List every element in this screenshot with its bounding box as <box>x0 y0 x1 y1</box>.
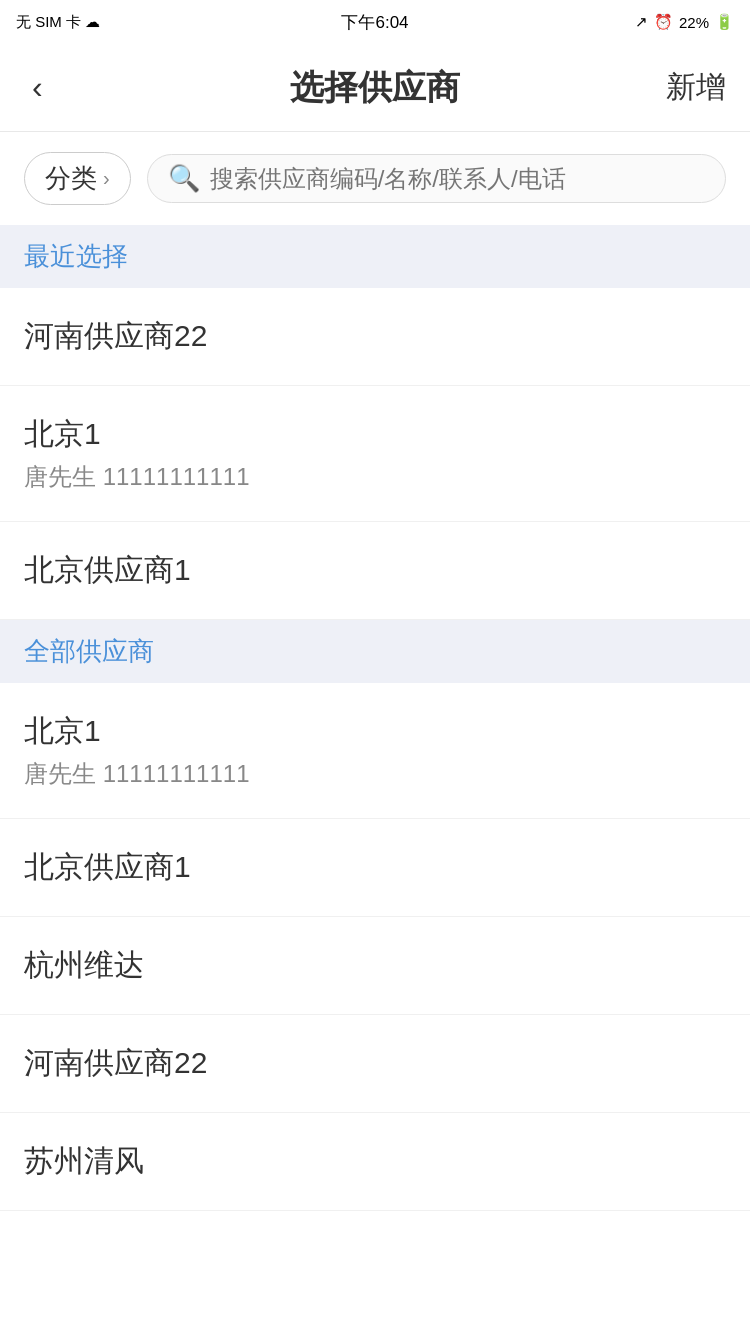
item-detail: 唐先生 11111111111 <box>24 758 726 790</box>
recent-list: 河南供应商22 北京1 唐先生 11111111111 北京供应商1 <box>0 288 750 620</box>
battery-text: 22% <box>679 14 709 31</box>
list-item[interactable]: 北京供应商1 <box>0 819 750 917</box>
status-left: 无 SIM 卡 ☁ <box>16 13 100 32</box>
item-name: 北京供应商1 <box>24 550 726 591</box>
search-box: 🔍 <box>147 154 726 203</box>
search-input[interactable] <box>210 165 705 193</box>
list-item[interactable]: 北京1 唐先生 11111111111 <box>0 386 750 522</box>
no-sim-text: 无 SIM 卡 ☁ <box>16 13 100 32</box>
list-item[interactable]: 杭州维达 <box>0 917 750 1015</box>
item-name: 北京1 <box>24 414 726 455</box>
all-section-label: 全部供应商 <box>24 636 154 666</box>
item-name: 北京1 <box>24 711 726 752</box>
item-name: 河南供应商22 <box>24 1043 726 1084</box>
item-name: 苏州清风 <box>24 1141 726 1182</box>
list-item[interactable]: 河南供应商22 <box>0 1015 750 1113</box>
all-list: 北京1 唐先生 11111111111 北京供应商1 杭州维达河南供应商22 苏州清… <box>0 683 750 1211</box>
list-item[interactable]: 河南供应商22 <box>0 288 750 386</box>
location-icon: ↗ <box>635 13 648 31</box>
chevron-right-icon: › <box>103 167 110 190</box>
back-button[interactable]: ‹ <box>24 61 51 114</box>
item-name: 北京供应商1 <box>24 847 726 888</box>
search-icon: 🔍 <box>168 163 200 194</box>
category-button[interactable]: 分类 › <box>24 152 131 205</box>
list-item[interactable]: 北京供应商1 <box>0 522 750 620</box>
nav-bar: ‹ 选择供应商 新增 <box>0 44 750 132</box>
status-bar: 无 SIM 卡 ☁ 下午6:04 ↗ ⏰ 22% 🔋 <box>0 0 750 44</box>
recent-section-label: 最近选择 <box>24 241 128 271</box>
item-name: 杭州维达 <box>24 945 726 986</box>
add-button[interactable]: 新增 <box>666 67 726 108</box>
category-label: 分类 <box>45 161 97 196</box>
page-title: 选择供应商 <box>290 65 460 111</box>
status-right: ↗ ⏰ 22% 🔋 <box>635 13 734 31</box>
battery-icon: 🔋 <box>715 13 734 31</box>
item-detail: 唐先生 11111111111 <box>24 461 726 493</box>
status-time: 下午6:04 <box>341 11 408 34</box>
alarm-icon: ⏰ <box>654 13 673 31</box>
item-name: 河南供应商22 <box>24 316 726 357</box>
recent-section-header: 最近选择 <box>0 225 750 288</box>
list-item[interactable]: 苏州清风 <box>0 1113 750 1211</box>
filter-row: 分类 › 🔍 <box>0 132 750 225</box>
list-item[interactable]: 北京1 唐先生 11111111111 <box>0 683 750 819</box>
all-section-header: 全部供应商 <box>0 620 750 683</box>
